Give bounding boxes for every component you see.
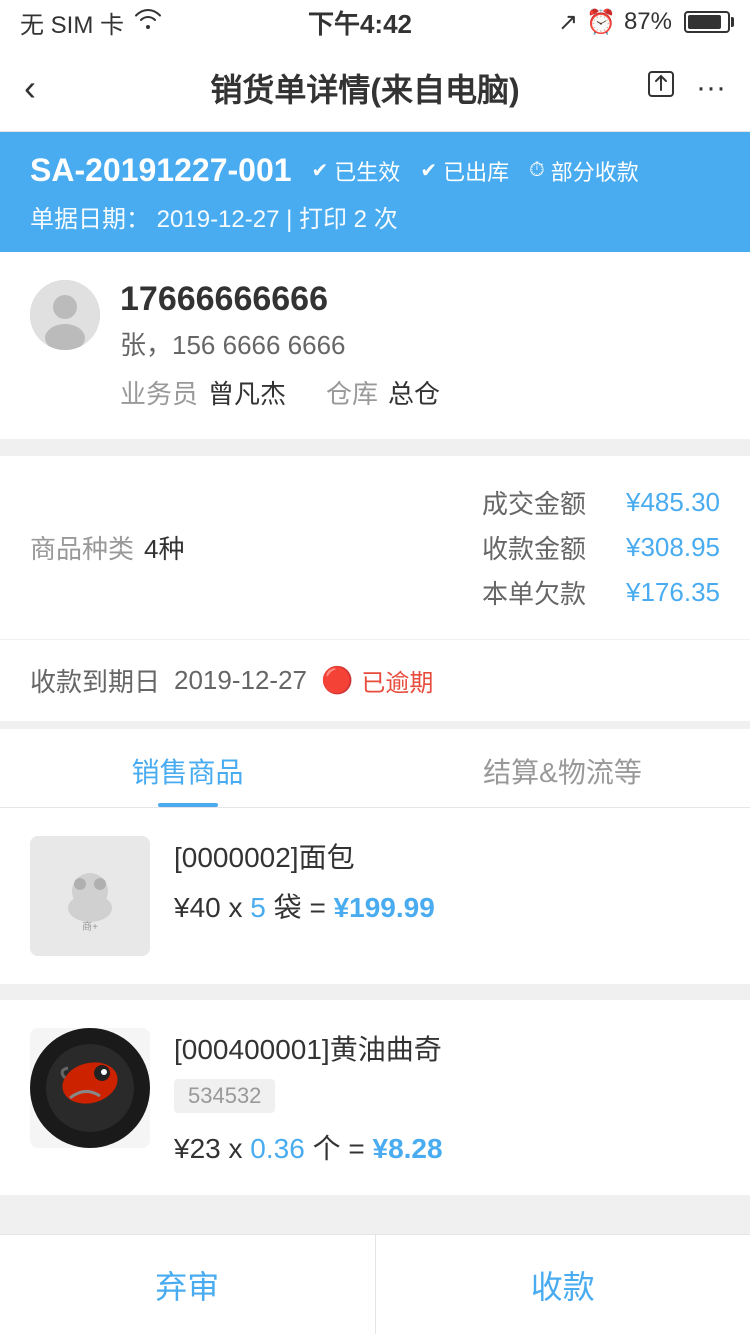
product-thumb-2 bbox=[30, 1028, 150, 1148]
customer-meta: 业务员 曾凡杰 仓库 总仓 bbox=[120, 374, 720, 411]
due-label: 收款到期日 bbox=[30, 662, 160, 699]
product-price-2: ¥23 x 0.36 个 = ¥8.28 bbox=[174, 1127, 720, 1167]
sales-name: 曾凡杰 bbox=[208, 374, 286, 411]
product-details-2: [000400001]黄油曲奇 534532 ¥23 x 0.36 个 = ¥8… bbox=[174, 1028, 720, 1167]
header-row2: 单据日期： 2019-12-27 | 打印 2 次 bbox=[30, 199, 720, 234]
owed-row: 本单欠款 ¥176.35 bbox=[482, 574, 720, 611]
check-icon-2: ✔ bbox=[420, 158, 437, 183]
stats-section: 商品种类 4种 成交金额 ¥485.30 收款金额 ¥308.95 本单欠款 ¥… bbox=[0, 456, 750, 640]
stats-left: 商品种类 4种 bbox=[30, 484, 482, 611]
list-item: [000400001]黄油曲奇 534532 ¥23 x 0.36 个 = ¥8… bbox=[0, 1000, 750, 1195]
overdue-badge: 🔴 已逾期 bbox=[321, 663, 433, 698]
product-list: 商+ [0000002]面包 ¥40 x 5 袋 = ¥199.99 bbox=[0, 808, 750, 1195]
nav-actions: ··· bbox=[646, 69, 726, 107]
battery-icon bbox=[684, 11, 730, 33]
product-details-1: [0000002]面包 ¥40 x 5 袋 = ¥199.99 bbox=[174, 836, 720, 926]
price-unit-1: ¥40 bbox=[174, 892, 221, 923]
due-date: 2019-12-27 bbox=[174, 665, 307, 696]
header-row1: SA-20191227-001 ✔ 已生效 ✔ 已出库 ⏱ 部分收款 bbox=[30, 152, 720, 189]
wifi-icon bbox=[134, 8, 162, 36]
tab-settlement-label: 结算&物流等 bbox=[483, 751, 642, 791]
nav-bar: ‹ 销货单详情(来自电脑) ··· bbox=[0, 44, 750, 132]
unit-1: 袋 bbox=[274, 892, 302, 923]
confirm-button[interactable]: 收款 bbox=[376, 1235, 750, 1334]
status-bar-left: 无 SIM 卡 bbox=[20, 5, 162, 40]
tab-bar: 销售商品 结算&物流等 bbox=[0, 729, 750, 808]
clock-icon: ⏱ bbox=[529, 159, 545, 182]
battery-text: 87% bbox=[624, 8, 672, 36]
customer-section: 17666666666 张，156 6666 6666 业务员 曾凡杰 仓库 总… bbox=[0, 252, 750, 440]
tab-settlement[interactable]: 结算&物流等 bbox=[375, 729, 750, 807]
amount-row: 成交金额 ¥485.30 bbox=[482, 484, 720, 521]
customer-avatar bbox=[30, 280, 100, 350]
header-band: SA-20191227-001 ✔ 已生效 ✔ 已出库 ⏱ 部分收款 单据日期：… bbox=[0, 132, 750, 252]
unit-2: 个 bbox=[313, 1133, 341, 1164]
bottom-bar: 弃审 收款 bbox=[0, 1234, 750, 1334]
received-value: ¥308.95 bbox=[600, 532, 720, 563]
tab-active-indicator bbox=[158, 803, 218, 807]
sales-item: 业务员 曾凡杰 bbox=[120, 374, 286, 411]
more-button[interactable]: ··· bbox=[696, 71, 726, 105]
print-info: | 打印 2 次 bbox=[286, 206, 398, 233]
qty-1: 5 bbox=[250, 892, 266, 923]
owed-value: ¥176.35 bbox=[600, 577, 720, 608]
stats-right: 成交金额 ¥485.30 收款金额 ¥308.95 本单欠款 ¥176.35 bbox=[482, 484, 720, 611]
received-label: 收款金额 bbox=[482, 529, 586, 566]
customer-phone: 17666666666 bbox=[120, 280, 720, 319]
price-unit-2: ¥23 bbox=[174, 1133, 221, 1164]
category-value: 4种 bbox=[144, 529, 184, 566]
total-1: ¥199.99 bbox=[334, 892, 435, 923]
customer-subname: 张，156 6666 6666 bbox=[120, 325, 720, 362]
amount-label: 成交金额 bbox=[482, 484, 586, 521]
confirm-label: 收款 bbox=[531, 1262, 595, 1308]
product-price-1: ¥40 x 5 袋 = ¥199.99 bbox=[174, 886, 720, 926]
warehouse-item: 仓库 总仓 bbox=[326, 374, 440, 411]
list-item: 商+ [0000002]面包 ¥40 x 5 袋 = ¥199.99 bbox=[0, 808, 750, 984]
carrier-text: 无 SIM 卡 bbox=[20, 5, 124, 40]
overdue-icon: 🔴 bbox=[321, 665, 353, 696]
svg-text:商+: 商+ bbox=[82, 920, 98, 933]
product-name-2: [000400001]黄油曲奇 bbox=[174, 1028, 720, 1068]
location-icon: ↗ bbox=[558, 8, 578, 37]
page-title: 销货单详情(来自电脑) bbox=[84, 65, 646, 111]
total-2: ¥8.28 bbox=[373, 1133, 443, 1164]
date-label: 单据日期： bbox=[30, 206, 150, 233]
owed-label: 本单欠款 bbox=[482, 574, 586, 611]
back-button[interactable]: ‹ bbox=[24, 67, 84, 109]
badge-partial: ⏱ 部分收款 bbox=[529, 155, 639, 187]
cancel-label: 弃审 bbox=[155, 1262, 219, 1308]
status-bar: 无 SIM 卡 下午4:42 ↗ ⏰ 87% bbox=[0, 0, 750, 44]
status-time: 下午4:42 bbox=[308, 4, 412, 41]
customer-info: 17666666666 张，156 6666 6666 业务员 曾凡杰 仓库 总… bbox=[120, 280, 720, 411]
badge-effective: ✔ 已生效 bbox=[312, 155, 401, 187]
warehouse-name: 总仓 bbox=[388, 374, 440, 411]
share-button[interactable] bbox=[646, 69, 676, 107]
received-row: 收款金额 ¥308.95 bbox=[482, 529, 720, 566]
tab-sales-products[interactable]: 销售商品 bbox=[0, 729, 375, 807]
tab-sales-label: 销售商品 bbox=[131, 751, 243, 791]
warehouse-label: 仓库 bbox=[326, 374, 378, 411]
doc-date: 2019-12-27 bbox=[157, 206, 280, 233]
product-thumb-1: 商+ bbox=[30, 836, 150, 956]
badge-shipped: ✔ 已出库 bbox=[420, 155, 509, 187]
amount-value: ¥485.30 bbox=[600, 487, 720, 518]
overdue-text: 已逾期 bbox=[361, 663, 433, 698]
sales-label: 业务员 bbox=[120, 374, 198, 411]
alarm-icon: ⏰ bbox=[586, 8, 616, 37]
qty-2: 0.36 bbox=[250, 1133, 305, 1164]
product-name-1: [0000002]面包 bbox=[174, 836, 720, 876]
check-icon-1: ✔ bbox=[312, 158, 329, 183]
status-bar-right: ↗ ⏰ 87% bbox=[558, 8, 730, 37]
category-label: 商品种类 bbox=[30, 529, 134, 566]
cancel-button[interactable]: 弃审 bbox=[0, 1235, 376, 1334]
doc-id: SA-20191227-001 bbox=[30, 152, 292, 189]
due-section: 收款到期日 2019-12-27 🔴 已逾期 bbox=[0, 640, 750, 729]
product-sku-2: 534532 bbox=[174, 1079, 275, 1113]
